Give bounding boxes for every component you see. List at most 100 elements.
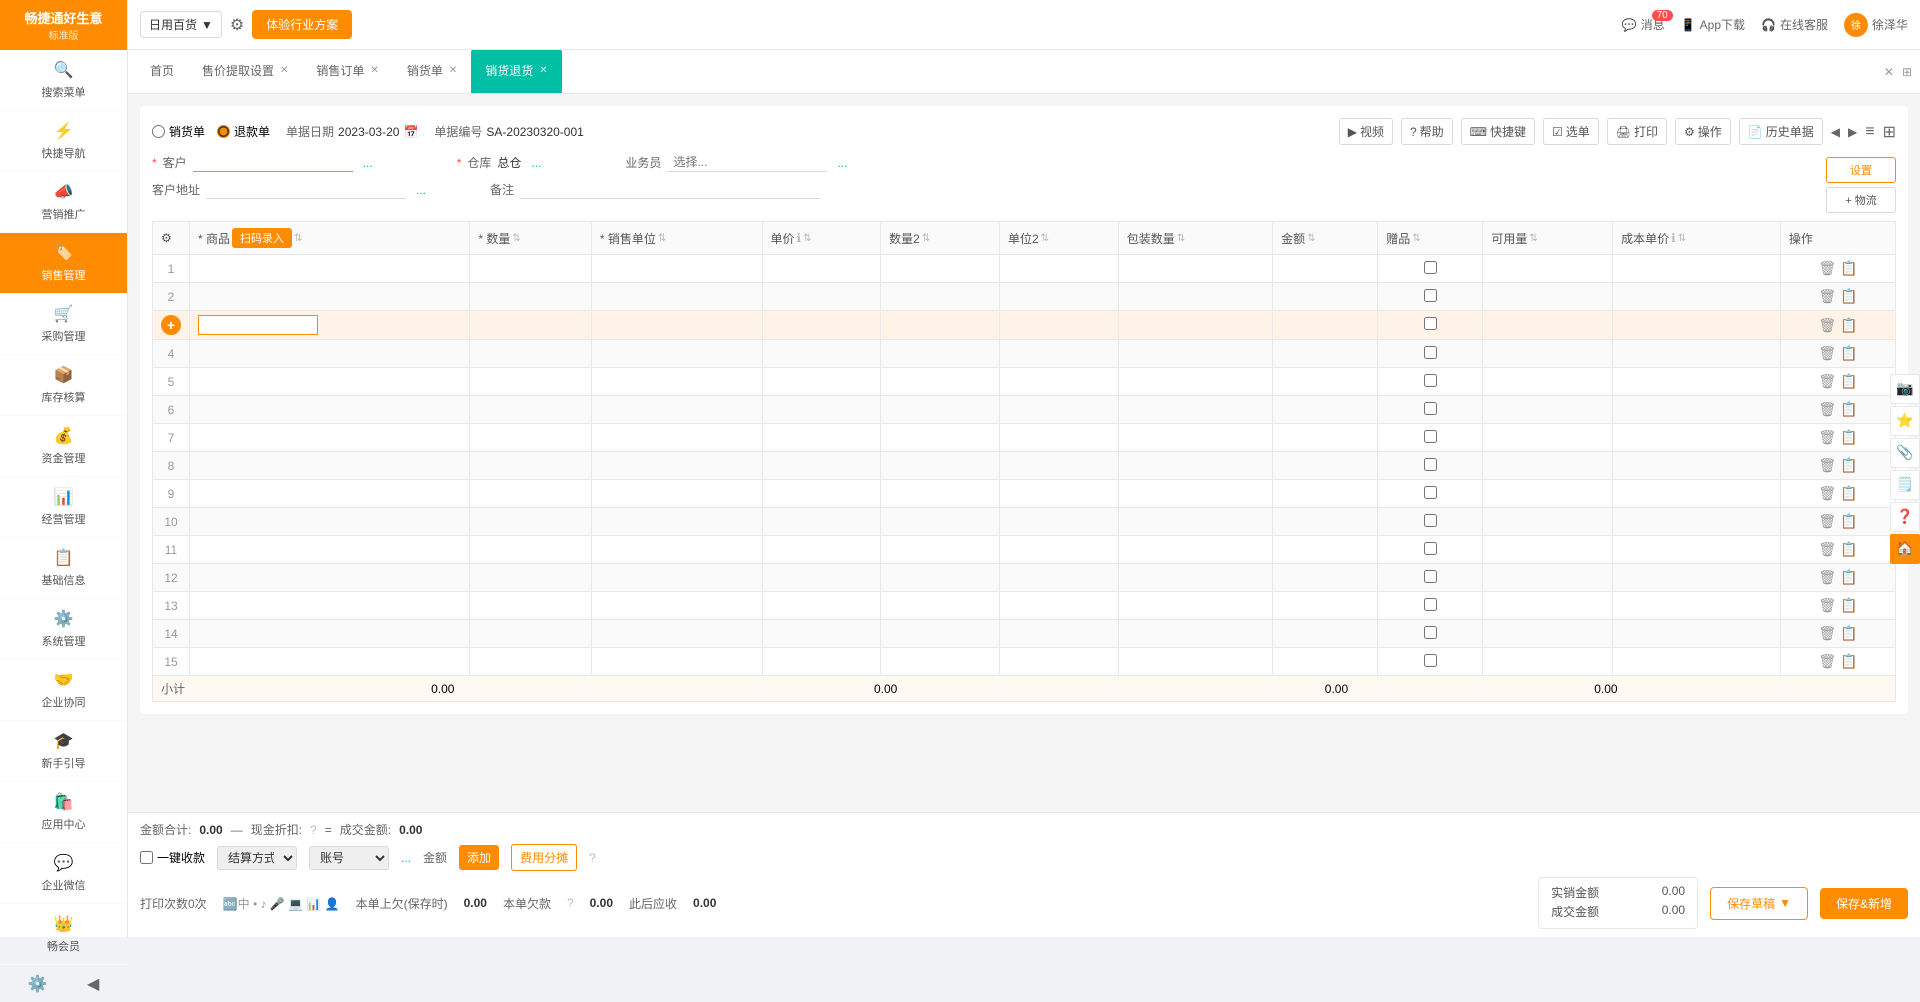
delete-btn[interactable]: 🗑: [1818, 373, 1836, 390]
right-panel-star-btn[interactable]: ⭐: [1890, 406, 1920, 436]
unit2-cell[interactable]: [999, 311, 1118, 340]
add-row-btn[interactable]: +: [161, 315, 181, 335]
unit_price-cell[interactable]: [762, 424, 881, 452]
product-cell[interactable]: [190, 536, 470, 564]
pack_qty-cell[interactable]: [1118, 592, 1272, 620]
print-btn[interactable]: 🖨 打印: [1607, 118, 1667, 145]
qty2-cell[interactable]: [881, 283, 1000, 311]
cost_price-cell[interactable]: [1613, 648, 1781, 676]
cost_price-cell[interactable]: [1613, 620, 1781, 648]
product-cell[interactable]: [190, 424, 470, 452]
pack_qty-cell[interactable]: [1118, 648, 1272, 676]
list-view-icon[interactable]: ≡: [1865, 123, 1874, 141]
gift-checkbox[interactable]: [1424, 430, 1437, 443]
qty-cell[interactable]: [470, 368, 592, 396]
unit-cell[interactable]: [591, 255, 762, 283]
gift-checkbox[interactable]: [1424, 261, 1437, 274]
radio-sales[interactable]: 销货单: [152, 123, 205, 140]
sort-icon[interactable]: ⇅: [512, 233, 520, 244]
available-cell[interactable]: [1483, 564, 1613, 592]
gift-cell[interactable]: [1378, 311, 1483, 340]
history-btn[interactable]: 📄 历史单据: [1739, 118, 1823, 145]
unit_price-cell[interactable]: [762, 536, 881, 564]
qty2-cell[interactable]: [881, 620, 1000, 648]
gift-checkbox[interactable]: [1424, 317, 1437, 330]
copy-btn[interactable]: 📋: [1840, 513, 1857, 530]
sort-icon[interactable]: ⇅: [1307, 233, 1315, 244]
delete-btn[interactable]: 🗑: [1818, 345, 1836, 362]
trial-btn[interactable]: 体验行业方案: [252, 10, 352, 39]
qty-cell[interactable]: [470, 396, 592, 424]
gift-checkbox[interactable]: [1424, 486, 1437, 499]
copy-btn[interactable]: 📋: [1840, 429, 1857, 446]
product-cell[interactable]: [190, 452, 470, 480]
cost_price-cell[interactable]: [1613, 480, 1781, 508]
available-cell[interactable]: [1483, 452, 1613, 480]
unit_price-cell[interactable]: [762, 648, 881, 676]
qty-cell[interactable]: [470, 508, 592, 536]
unit_price-cell[interactable]: [762, 368, 881, 396]
unit-cell[interactable]: [591, 480, 762, 508]
gift-checkbox[interactable]: [1424, 570, 1437, 583]
qty2-cell[interactable]: [881, 255, 1000, 283]
delete-btn[interactable]: 🗑: [1818, 485, 1836, 502]
sidebar-item-search[interactable]: 🔍 搜索菜单: [0, 50, 127, 111]
available-cell[interactable]: [1483, 508, 1613, 536]
pack_qty-cell[interactable]: [1118, 536, 1272, 564]
unit_price-cell[interactable]: [762, 620, 881, 648]
gift-cell[interactable]: [1378, 536, 1483, 564]
unit-cell[interactable]: [591, 283, 762, 311]
sidebar-item-basic[interactable]: 📋 基础信息: [0, 538, 127, 599]
radio-return[interactable]: 退款单: [217, 123, 270, 140]
sort-icon[interactable]: ⇅: [1412, 233, 1420, 244]
sidebar-item-shortcut[interactable]: ⚡ 快捷导航: [0, 111, 127, 172]
product-cell[interactable]: [190, 255, 470, 283]
gift-cell[interactable]: [1378, 255, 1483, 283]
qty2-cell[interactable]: [881, 424, 1000, 452]
gift-checkbox[interactable]: [1424, 626, 1437, 639]
product-cell[interactable]: [190, 564, 470, 592]
layout-icon[interactable]: ⊞: [1902, 65, 1912, 79]
product-cell[interactable]: [190, 620, 470, 648]
unit2-cell[interactable]: [999, 396, 1118, 424]
sort-icon[interactable]: ⇅: [294, 233, 302, 244]
select-order-btn[interactable]: ☑ 选单: [1543, 118, 1599, 145]
delete-btn[interactable]: 🗑: [1818, 569, 1836, 586]
user-profile-btn[interactable]: 徐 徐泽华: [1844, 13, 1908, 37]
available-cell[interactable]: [1483, 592, 1613, 620]
pack_qty-cell[interactable]: [1118, 396, 1272, 424]
amount-cell[interactable]: [1273, 480, 1378, 508]
gift-cell[interactable]: [1378, 340, 1483, 368]
copy-btn[interactable]: 📋: [1840, 345, 1857, 362]
fee-split-btn[interactable]: 费用分摊: [511, 844, 577, 871]
address-dots-btn[interactable]: ...: [416, 183, 426, 197]
sort-icon[interactable]: ⇅: [922, 233, 930, 244]
cost_price-cell[interactable]: [1613, 592, 1781, 620]
unit2-cell[interactable]: [999, 283, 1118, 311]
tab-sales[interactable]: 销货单 ✕: [393, 50, 471, 93]
tab-sales-return[interactable]: 销货退货 ✕: [471, 50, 561, 93]
unit2-cell[interactable]: [999, 536, 1118, 564]
available-cell[interactable]: [1483, 311, 1613, 340]
amount-cell[interactable]: [1273, 592, 1378, 620]
qty-cell[interactable]: [470, 452, 592, 480]
unit_price-cell[interactable]: [762, 452, 881, 480]
pack_qty-cell[interactable]: [1118, 368, 1272, 396]
customer-input[interactable]: [193, 153, 353, 172]
qty-cell[interactable]: [470, 311, 592, 340]
radio-sales-input[interactable]: [152, 125, 165, 138]
delete-btn[interactable]: 🗑: [1818, 541, 1836, 558]
gift-checkbox[interactable]: [1424, 514, 1437, 527]
qty-cell[interactable]: [470, 564, 592, 592]
available-cell[interactable]: [1483, 340, 1613, 368]
sidebar-item-sales[interactable]: 🏷️ 销售管理: [0, 233, 127, 294]
shortcut-key-btn[interactable]: ⌨ 快捷键: [1461, 118, 1535, 145]
save-new-btn[interactable]: 保存&新增: [1820, 888, 1908, 919]
close-all-icon[interactable]: ✕: [1884, 65, 1894, 79]
qty-cell[interactable]: [470, 480, 592, 508]
gift-cell[interactable]: [1378, 648, 1483, 676]
sidebar-item-wechat[interactable]: 💬 企业微信: [0, 843, 127, 904]
cost_price-cell[interactable]: [1613, 536, 1781, 564]
sidebar-item-finance[interactable]: 💰 资金管理: [0, 416, 127, 477]
cost_price-cell[interactable]: [1613, 452, 1781, 480]
